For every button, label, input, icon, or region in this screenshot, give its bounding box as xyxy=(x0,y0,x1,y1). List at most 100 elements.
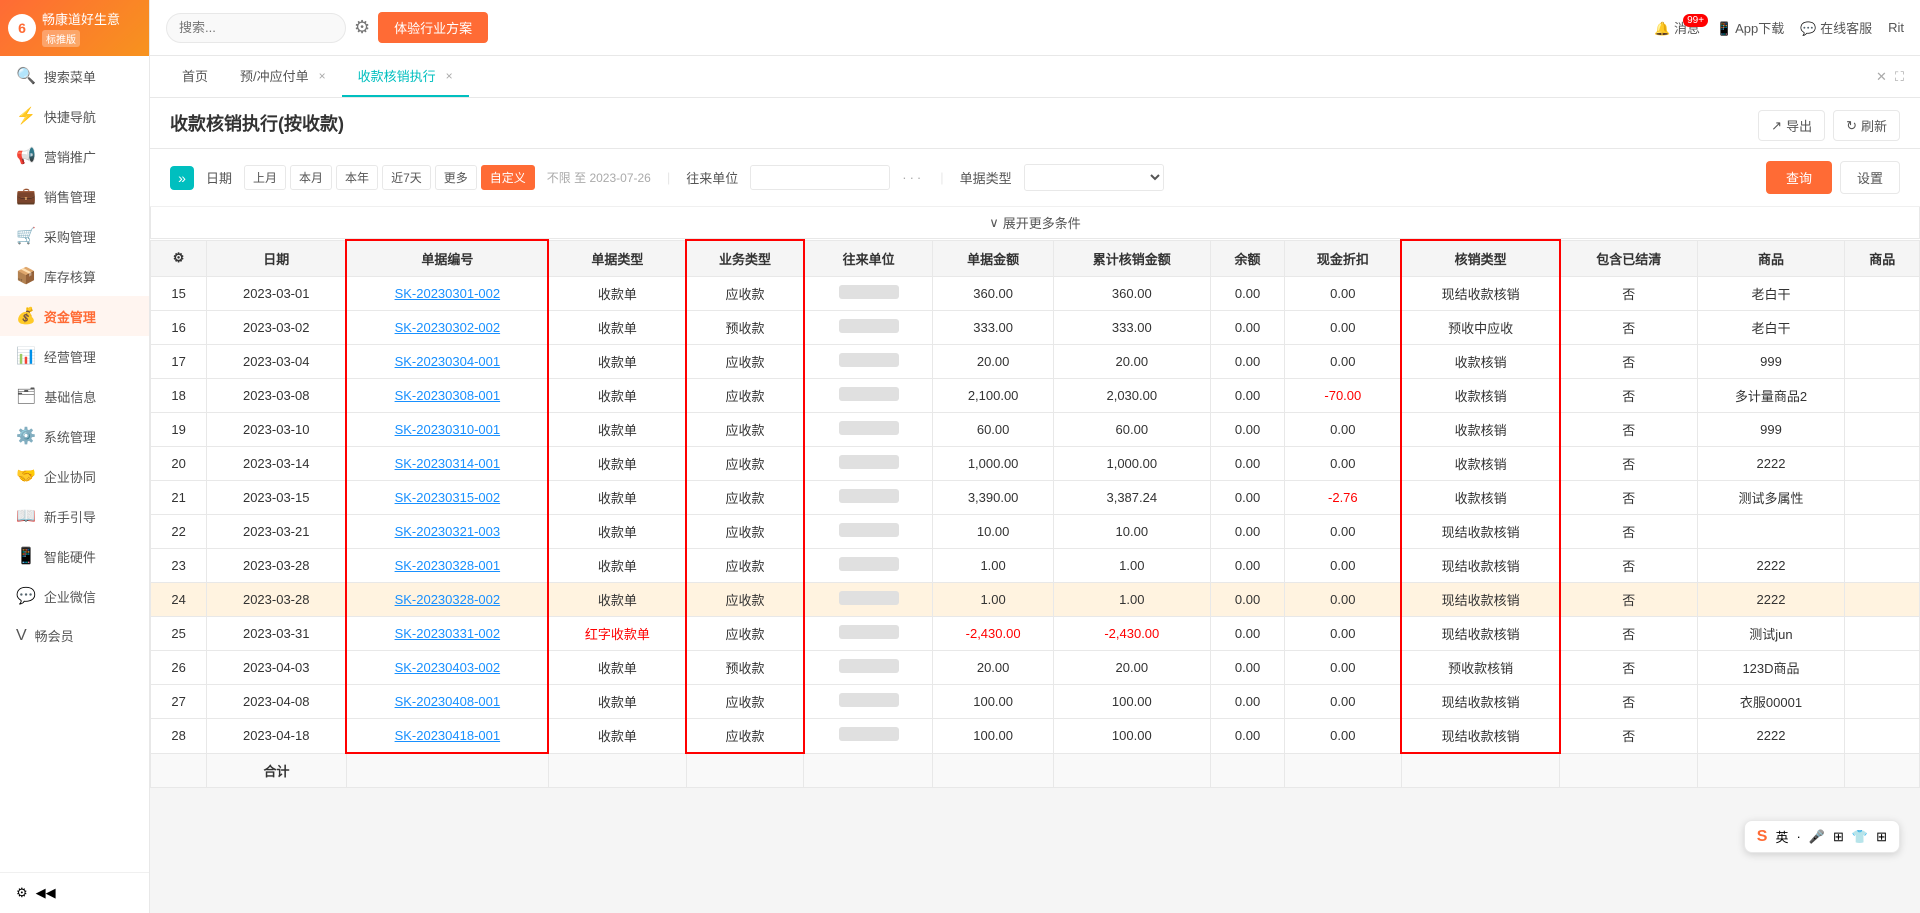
user-name[interactable]: Rit xyxy=(1888,20,1904,35)
this-month-button[interactable]: 本月 xyxy=(290,165,332,190)
refresh-button[interactable]: ↻ 刷新 xyxy=(1833,110,1900,141)
close-tab-2[interactable]: × xyxy=(446,69,453,83)
export-button[interactable]: ↗ 导出 xyxy=(1758,110,1825,141)
settings-icon[interactable]: ⚙ xyxy=(16,885,28,901)
last-month-button[interactable]: 上月 xyxy=(244,165,286,190)
setting-button[interactable]: 设置 xyxy=(1840,161,1900,194)
cell-voucher-link[interactable]: SK-20230403-002 xyxy=(395,660,501,675)
cell-voucher-link[interactable]: SK-20230310-001 xyxy=(395,422,501,437)
cell-voucher-link[interactable]: SK-20230418-001 xyxy=(395,728,501,743)
cell-voucher-link[interactable]: SK-20230301-002 xyxy=(395,286,501,301)
sidebar-item-资金管理[interactable]: 💰资金管理 xyxy=(0,296,149,336)
col-goods2: 商品 xyxy=(1845,240,1920,277)
cell-voucher[interactable]: SK-20230301-002 xyxy=(346,277,548,311)
cell-voucher[interactable]: SK-20230403-002 xyxy=(346,651,548,685)
collapse-icon[interactable]: ◀◀ xyxy=(36,885,56,901)
sidebar-item-采购管理[interactable]: 🛒采购管理 xyxy=(0,216,149,256)
expand-more-button[interactable]: ∨ 展开更多条件 xyxy=(150,207,1920,239)
cell-date: 2023-03-15 xyxy=(207,481,347,515)
float-shirt-icon[interactable]: 👕 xyxy=(1852,829,1868,845)
more-options-dots[interactable]: ··· xyxy=(902,170,924,185)
float-icon-1[interactable]: 英 xyxy=(1775,827,1788,846)
cell-voucher[interactable]: SK-20230328-001 xyxy=(346,549,548,583)
cell-included: 否 xyxy=(1560,617,1697,651)
cell-voucher[interactable]: SK-20230321-003 xyxy=(346,515,548,549)
table-row: 282023-04-18SK-20230418-001收款单应收款100.001… xyxy=(151,719,1920,754)
cell-voucher-link[interactable]: SK-20230331-002 xyxy=(395,626,501,641)
partner-input[interactable] xyxy=(750,165,890,190)
cell-voucher[interactable]: SK-20230302-002 xyxy=(346,311,548,345)
cell-voucher[interactable]: SK-20230408-001 xyxy=(346,685,548,719)
sidebar-item-畅会员[interactable]: V畅会员 xyxy=(0,616,149,655)
app-download-button[interactable]: 📱 App下载 xyxy=(1716,18,1784,37)
sidebar-item-智能硬件[interactable]: 📱智能硬件 xyxy=(0,536,149,576)
cell-amount: 360.00 xyxy=(933,277,1053,311)
cell-voucher-link[interactable]: SK-20230328-002 xyxy=(395,592,501,607)
cell-settle-type: 现结收款核销 xyxy=(1401,549,1560,583)
search-input[interactable] xyxy=(166,13,346,43)
sidebar-label-9: 系统管理 xyxy=(44,427,96,446)
tab-2[interactable]: 收款核销执行× xyxy=(342,56,469,97)
close-tab-1[interactable]: × xyxy=(319,69,326,83)
cell-voucher-link[interactable]: SK-20230302-002 xyxy=(395,320,501,335)
this-year-button[interactable]: 本年 xyxy=(336,165,378,190)
sidebar-item-企业微信[interactable]: 💬企业微信 xyxy=(0,576,149,616)
cell-voucher-link[interactable]: SK-20230315-002 xyxy=(395,490,501,505)
close-tab-icon[interactable]: ✕ xyxy=(1876,69,1887,85)
sidebar-item-企业协同[interactable]: 🤝企业协同 xyxy=(0,456,149,496)
cell-date: 2023-03-28 xyxy=(207,583,347,617)
sidebar-item-库存核算[interactable]: 📦库存核算 xyxy=(0,256,149,296)
tab-0[interactable]: 首页 xyxy=(166,56,224,97)
blurred-value xyxy=(839,591,899,605)
sidebar-item-快捷导航[interactable]: ⚡快捷导航 xyxy=(0,96,149,136)
cell-voucher-link[interactable]: SK-20230314-001 xyxy=(395,456,501,471)
cell-voucher[interactable]: SK-20230418-001 xyxy=(346,719,548,754)
cell-balance: 0.00 xyxy=(1210,413,1285,447)
query-button[interactable]: 查询 xyxy=(1766,161,1832,194)
industry-solution-button[interactable]: 体验行业方案 xyxy=(378,12,488,43)
voucher-type-select[interactable] xyxy=(1024,164,1164,191)
cell-voucher[interactable]: SK-20230304-001 xyxy=(346,345,548,379)
cell-voucher[interactable]: SK-20230315-002 xyxy=(346,481,548,515)
last-7days-button[interactable]: 近7天 xyxy=(382,165,431,190)
sidebar-item-搜索菜单[interactable]: 🔍搜索菜单 xyxy=(0,56,149,96)
cell-goods2 xyxy=(1845,549,1920,583)
cell-voucher[interactable]: SK-20230314-001 xyxy=(346,447,548,481)
cell-included: 否 xyxy=(1560,719,1697,754)
cell-goods2 xyxy=(1845,719,1920,754)
cell-voucher[interactable]: SK-20230310-001 xyxy=(346,413,548,447)
float-extra-icon[interactable]: ⊞ xyxy=(1876,829,1887,845)
gear-icon[interactable]: ⚙ xyxy=(354,17,370,38)
filter-toggle-button[interactable]: » xyxy=(170,166,194,190)
col-settings[interactable]: ⚙ xyxy=(151,240,207,277)
cell-voucher-link[interactable]: SK-20230308-001 xyxy=(395,388,501,403)
sidebar-item-系统管理[interactable]: ⚙️系统管理 xyxy=(0,416,149,456)
cell-type: 收款单 xyxy=(548,549,686,583)
maximize-icon[interactable]: ⛶ xyxy=(1895,69,1904,85)
cell-voucher-link[interactable]: SK-20230328-001 xyxy=(395,558,501,573)
cell-voucher[interactable]: SK-20230308-001 xyxy=(346,379,548,413)
cell-balance: 0.00 xyxy=(1210,379,1285,413)
sidebar-item-经营管理[interactable]: 📊经营管理 xyxy=(0,336,149,376)
cell-voucher[interactable]: SK-20230331-002 xyxy=(346,617,548,651)
cell-voucher[interactable]: SK-20230328-002 xyxy=(346,583,548,617)
sidebar-item-营销推广[interactable]: 📢营销推广 xyxy=(0,136,149,176)
custom-date-button[interactable]: 自定义 xyxy=(481,165,535,190)
sidebar-item-销售管理[interactable]: 💼销售管理 xyxy=(0,176,149,216)
tab-1[interactable]: 预/冲应付单× xyxy=(224,56,342,97)
cell-amount: 1.00 xyxy=(933,549,1053,583)
cell-voucher-link[interactable]: SK-20230304-001 xyxy=(395,354,501,369)
total-cell-7 xyxy=(1053,753,1210,787)
online-service-button[interactable]: 💬 在线客服 xyxy=(1800,18,1872,37)
cell-voucher-link[interactable]: SK-20230321-003 xyxy=(395,524,501,539)
cell-settle-type: 收款核销 xyxy=(1401,481,1560,515)
more-dates-button[interactable]: 更多 xyxy=(435,165,477,190)
sidebar-item-新手引导[interactable]: 📖新手引导 xyxy=(0,496,149,536)
col-date: 日期 xyxy=(207,240,347,277)
cell-voucher-link[interactable]: SK-20230408-001 xyxy=(395,694,501,709)
float-grid-icon[interactable]: ⊞ xyxy=(1833,829,1844,845)
messages-button[interactable]: 🔔 99+ 消息 xyxy=(1654,18,1700,37)
float-icon-2[interactable]: · xyxy=(1796,829,1800,844)
sidebar-item-基础信息[interactable]: 🗂基础信息 xyxy=(0,376,149,416)
float-mic-icon[interactable]: 🎤 xyxy=(1809,829,1825,845)
